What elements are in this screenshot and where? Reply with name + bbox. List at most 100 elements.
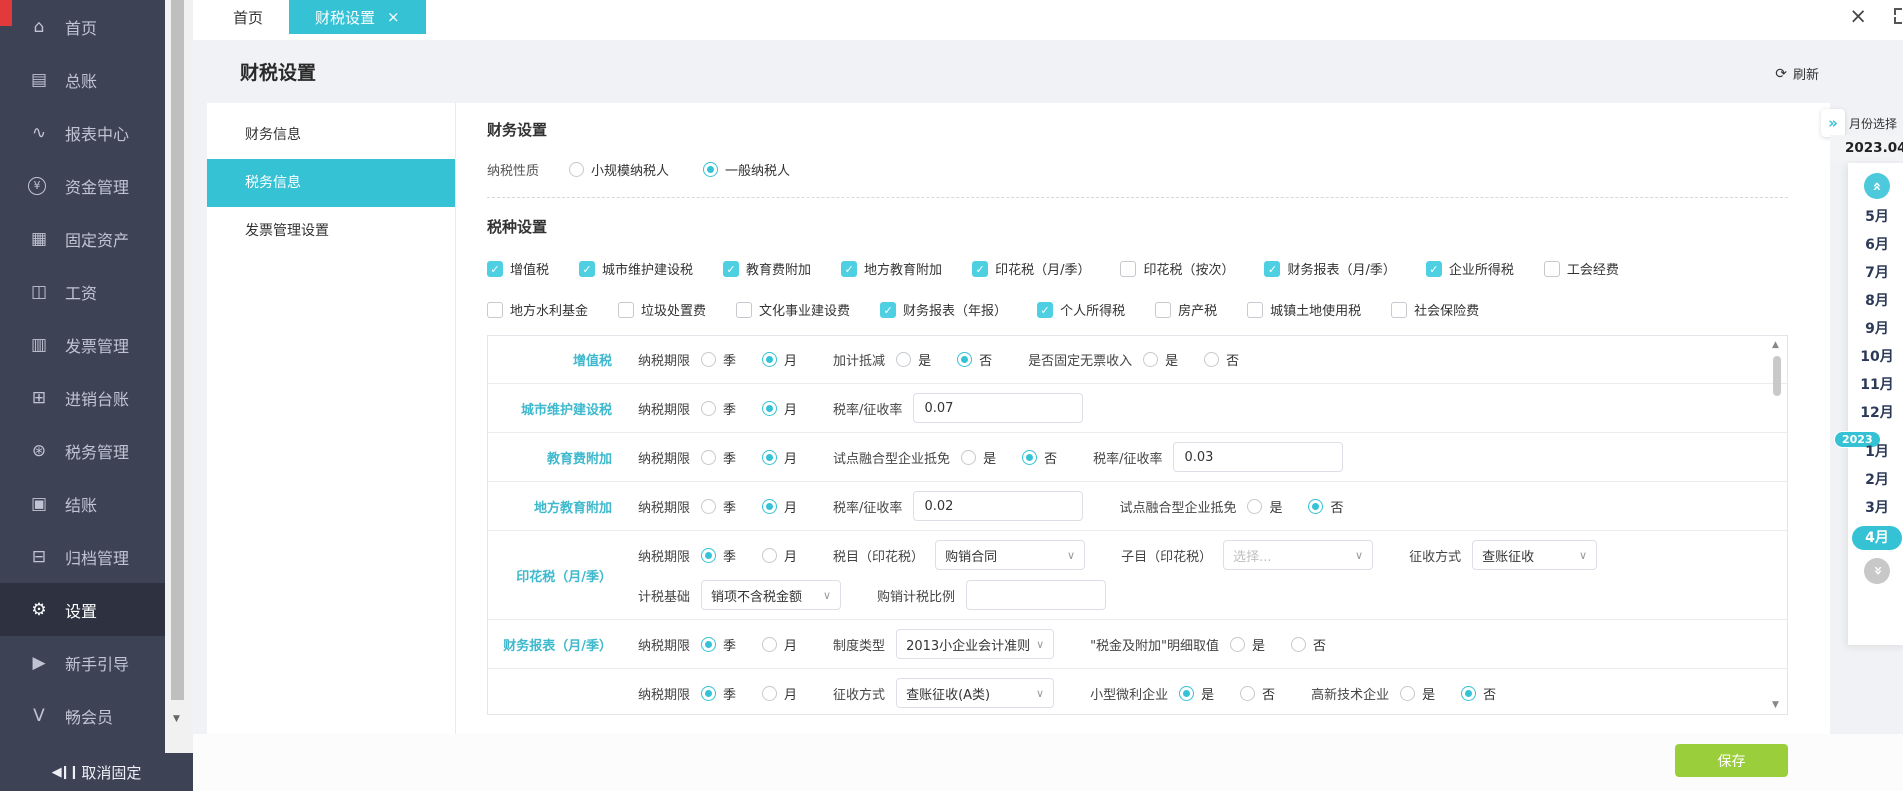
checkbox-印花税（月/季）[interactable]: ✓ 印花税（月/季） [972, 259, 1090, 278]
checkbox-城市维护建设税[interactable]: ✓ 城市维护建设税 [579, 259, 693, 278]
checkbox-财务报表（年报）[interactable]: ✓ 财务报表（年报） [880, 300, 1007, 319]
tax-name-link[interactable]: 印花税（月/季） [488, 566, 638, 585]
field-select[interactable]: 查账征收(A类) ∨ [896, 678, 1055, 708]
sidebar-item-fixed-assets[interactable]: ▦ 固定资产 [0, 212, 165, 265]
field-select[interactable]: 购销合同 ∨ [935, 540, 1086, 570]
tax-name-link[interactable]: 教育费附加 [488, 448, 638, 467]
radio-option-季[interactable]: 季 [701, 546, 736, 565]
checkbox-地方水利基金[interactable]: 地方水利基金 [487, 300, 588, 319]
sidebar-item-purchase-sales[interactable]: ⊞ 进销台账 [0, 371, 165, 424]
month-2月[interactable]: 2月 [1865, 470, 1889, 490]
radio-option-季[interactable]: 季 [701, 497, 736, 516]
radio-option-季[interactable]: 季 [701, 399, 736, 418]
radio-option-是[interactable]: 是 [896, 350, 931, 369]
radio-option-否[interactable]: 否 [1240, 684, 1275, 703]
radio-option-是[interactable]: 是 [961, 448, 996, 467]
refresh-button[interactable]: ⟳ 刷新 [1775, 64, 1819, 84]
tax-name-link[interactable]: 城市维护建设税 [488, 399, 638, 418]
month-9月[interactable]: 9月 [1865, 319, 1889, 339]
window-close-icon[interactable]: × [1849, 4, 1867, 28]
radio-option-是[interactable]: 是 [1230, 635, 1265, 654]
radio-option-小规模纳税人[interactable]: 小规模纳税人 [569, 160, 669, 179]
checkbox-企业所得税[interactable]: ✓ 企业所得税 [1425, 259, 1514, 278]
table-scrollbar-thumb[interactable] [1773, 356, 1781, 396]
radio-option-否[interactable]: 否 [1204, 350, 1239, 369]
radio-option-是[interactable]: 是 [1247, 497, 1282, 516]
field-select[interactable]: 2013小企业会计准则 ∨ [896, 629, 1055, 659]
checkbox-教育费附加[interactable]: ✓ 教育费附加 [723, 259, 811, 278]
tax-name-link[interactable]: 增值税 [488, 350, 638, 369]
radio-option-月[interactable]: 月 [762, 684, 797, 703]
radio-option-一般纳税人[interactable]: 一般纳税人 [703, 160, 790, 179]
subnav-item-发票管理设置[interactable]: 发票管理设置 [207, 207, 455, 255]
tab-财税设置[interactable]: 财税设置 × [289, 0, 426, 34]
field-select[interactable]: 销项不含税金额 ∨ [701, 580, 842, 610]
scrollbar-thumb[interactable] [171, 0, 184, 700]
tax-name-link[interactable]: 地方教育附加 [488, 497, 638, 516]
radio-option-季[interactable]: 季 [701, 684, 736, 703]
field-select[interactable]: 查账征收 ∨ [1472, 540, 1598, 570]
sidebar-item-membership[interactable]: Ⅴ 畅会员 [0, 689, 165, 742]
sidebar-item-payroll[interactable]: ◫ 工资 [0, 265, 165, 318]
radio-option-否[interactable]: 否 [1291, 635, 1326, 654]
month-1月[interactable]: 1月 [1865, 442, 1889, 462]
sidebar-item-funds[interactable]: ¥ 资金管理 [0, 159, 165, 212]
radio-option-季[interactable]: 季 [701, 635, 736, 654]
subnav-item-财务信息[interactable]: 财务信息 [207, 111, 455, 159]
radio-option-是[interactable]: 是 [1179, 684, 1214, 703]
field-input[interactable] [1173, 442, 1344, 472]
subnav-item-税务信息[interactable]: 税务信息 [207, 159, 455, 207]
radio-option-季[interactable]: 季 [701, 448, 736, 467]
tax-name-link[interactable]: 财务报表（月/季） [488, 635, 638, 654]
month-12月[interactable]: 12月 [1860, 403, 1893, 423]
radio-option-月[interactable]: 月 [762, 399, 797, 418]
scrollbar-down-icon[interactable]: ▼ [173, 714, 180, 724]
collapse-panel-button[interactable]: » [1821, 109, 1845, 137]
checkbox-房产税[interactable]: 房产税 [1155, 300, 1217, 319]
radio-option-季[interactable]: 季 [701, 350, 736, 369]
month-10月[interactable]: 10月 [1860, 347, 1893, 367]
tab-close-icon[interactable]: × [387, 8, 400, 26]
checkbox-垃圾处置费[interactable]: 垃圾处置费 [618, 300, 706, 319]
radio-option-否[interactable]: 否 [1308, 497, 1343, 516]
months-scroll-down-button[interactable]: « [1864, 558, 1890, 584]
sidebar-item-guide[interactable]: ▶ 新手引导 [0, 636, 165, 689]
checkbox-工会经费[interactable]: 工会经费 [1543, 259, 1619, 278]
tab-首页[interactable]: 首页 [207, 0, 289, 34]
scroll-up-icon[interactable]: ▲ [1772, 340, 1779, 350]
checkbox-文化事业建设费[interactable]: 文化事业建设费 [736, 300, 850, 319]
sidebar-item-archive[interactable]: ⊟ 归档管理 [0, 530, 165, 583]
checkbox-城镇土地使用税[interactable]: 城镇土地使用税 [1247, 300, 1361, 319]
month-4月[interactable]: 4月 [1852, 526, 1902, 550]
radio-option-否[interactable]: 否 [957, 350, 992, 369]
checkbox-财务报表（月/季）[interactable]: ✓ 财务报表（月/季） [1264, 259, 1396, 278]
radio-option-否[interactable]: 否 [1461, 684, 1496, 703]
sidebar-item-home[interactable]: ⌂ 首页 [0, 0, 165, 53]
scroll-down-icon[interactable]: ▼ [1772, 700, 1779, 710]
month-5月[interactable]: 5月 [1865, 207, 1889, 227]
radio-option-是[interactable]: 是 [1143, 350, 1178, 369]
checkbox-增值税[interactable]: ✓ 增值税 [487, 259, 549, 278]
save-button[interactable]: 保存 [1675, 744, 1788, 777]
field-input[interactable] [966, 580, 1107, 610]
sidebar-item-invoice[interactable]: ▥ 发票管理 [0, 318, 165, 371]
checkbox-地方教育附加[interactable]: ✓ 地方教育附加 [841, 259, 942, 278]
radio-option-是[interactable]: 是 [1400, 684, 1435, 703]
month-3月[interactable]: 3月 [1865, 498, 1889, 518]
checkbox-个人所得税[interactable]: ✓ 个人所得税 [1037, 300, 1125, 319]
sidebar-item-settings[interactable]: ⚙ 设置 [0, 583, 165, 636]
sidebar-item-ledger[interactable]: ▤ 总账 [0, 53, 165, 106]
sidebar-item-report-center[interactable]: ∿ 报表中心 [0, 106, 165, 159]
radio-option-否[interactable]: 否 [1022, 448, 1057, 467]
field-input[interactable] [913, 393, 1084, 423]
radio-option-月[interactable]: 月 [762, 635, 797, 654]
month-7月[interactable]: 7月 [1865, 263, 1889, 283]
radio-option-月[interactable]: 月 [762, 546, 797, 565]
sidebar-item-closing[interactable]: ▣ 结账 [0, 477, 165, 530]
radio-option-月[interactable]: 月 [762, 350, 797, 369]
window-expand-icon[interactable] [1894, 8, 1903, 24]
months-scroll-up-button[interactable]: « [1864, 173, 1890, 199]
sidebar-item-tax[interactable]: ⊛ 税务管理 [0, 424, 165, 477]
month-11月[interactable]: 11月 [1860, 375, 1893, 395]
checkbox-社会保险费[interactable]: 社会保险费 [1391, 300, 1479, 319]
